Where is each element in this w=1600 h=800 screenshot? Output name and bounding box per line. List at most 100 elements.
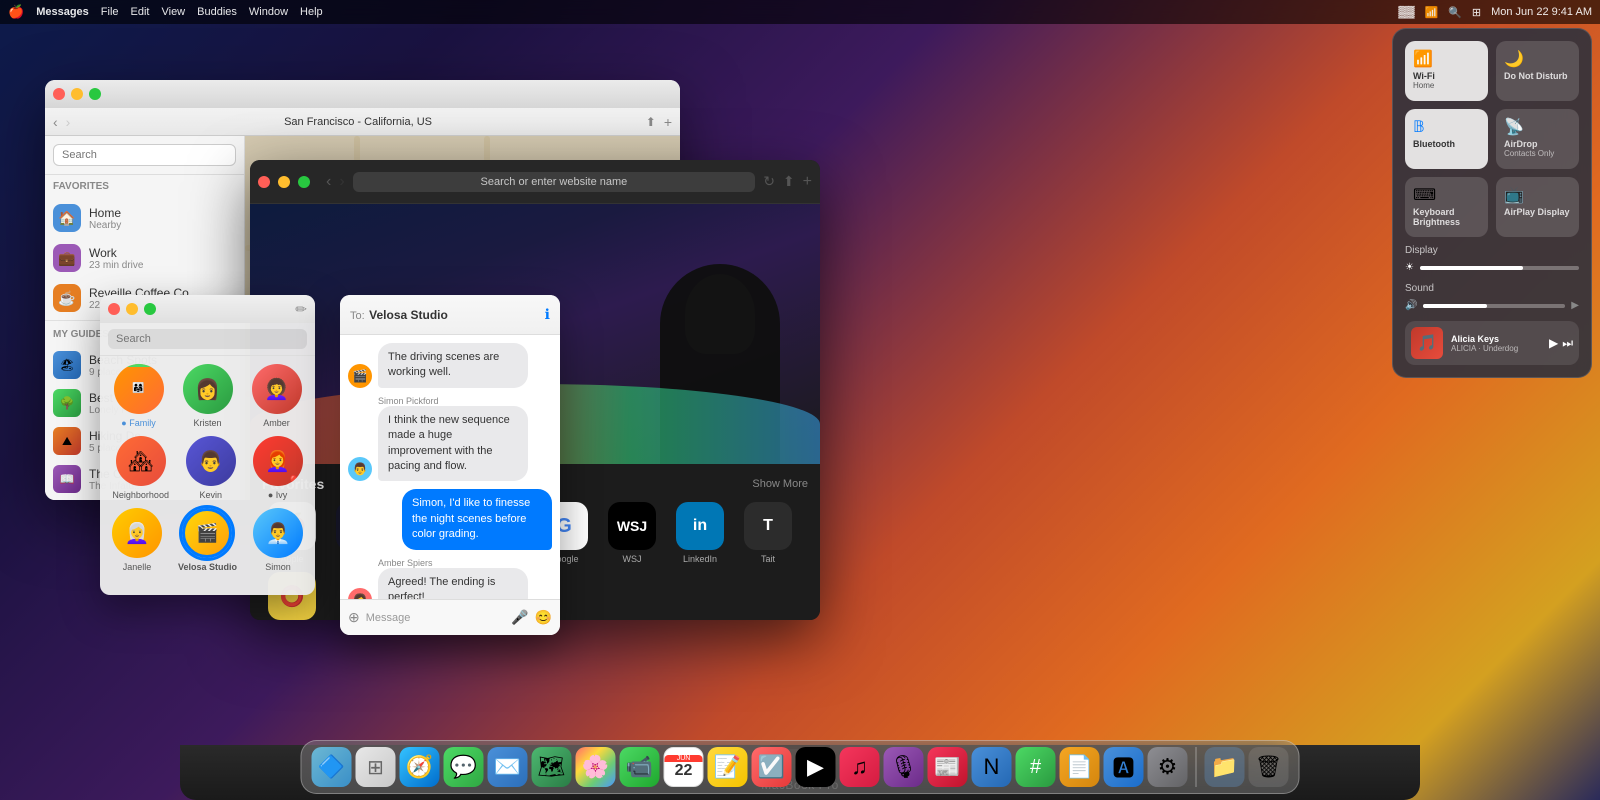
cc-bluetooth-tile[interactable]: 𝔹 Bluetooth — [1405, 109, 1488, 169]
dock-facetime[interactable]: 📹 — [620, 747, 660, 787]
maximize-button[interactable] — [89, 88, 101, 100]
dock-music[interactable]: ♫ — [840, 747, 880, 787]
maps-forward-icon[interactable]: › — [66, 114, 71, 130]
safari-minimize-button[interactable] — [278, 176, 290, 188]
cc-keyboard-tile[interactable]: ⌨ Keyboard Brightness — [1405, 177, 1488, 237]
contact-neighborhood[interactable]: 🏘 Neighborhood — [112, 436, 169, 500]
play-button[interactable]: ▶ — [1549, 336, 1558, 351]
desktop: 🍎 Messages File Edit View Buddies Window… — [0, 0, 1600, 800]
favorites-show-more[interactable]: Show More — [752, 478, 808, 490]
conv-to-label: To: — [350, 310, 365, 322]
brightness-icon: ☀ — [1405, 262, 1414, 273]
dock-photos[interactable]: 🌸 — [576, 747, 616, 787]
messages-search-input[interactable] — [108, 329, 307, 349]
contacts-row-1: 👨‍👩‍👧 Home! ● Family 👩 Kristen 👩‍🦱 Amber — [100, 356, 315, 436]
maps-toolbar: ‹ › San Francisco - California, US ⬆ + — [45, 108, 680, 136]
menu-edit[interactable]: Edit — [131, 6, 150, 18]
dock-maps[interactable]: 🗺 — [532, 747, 572, 787]
safari-maximize-button[interactable] — [298, 176, 310, 188]
velosa-avatar: 🎬 — [182, 508, 232, 558]
menu-help[interactable]: Help — [300, 6, 323, 18]
fav-linkedin[interactable]: in LinkedIn — [670, 502, 730, 564]
cc-airdrop-label: AirDrop — [1504, 139, 1571, 149]
apps-icon[interactable]: ⊕ — [348, 609, 360, 626]
dock-calendar[interactable]: JUN 22 — [664, 747, 704, 787]
control-center-icon[interactable]: ⊞ — [1472, 6, 1481, 19]
skip-button[interactable]: ⏭ — [1562, 336, 1573, 351]
dock-numbers[interactable]: # — [1016, 747, 1056, 787]
menu-view[interactable]: View — [161, 6, 185, 18]
maps-share-icon[interactable]: ⬆ — [646, 115, 656, 129]
menu-window[interactable]: Window — [249, 6, 288, 18]
dock-safari[interactable]: 🧭 — [400, 747, 440, 787]
msg-minimize-button[interactable] — [126, 303, 138, 315]
airplay-audio-icon[interactable]: ▶ — [1571, 300, 1579, 311]
display-brightness-slider[interactable] — [1420, 266, 1579, 270]
dock-pages[interactable]: 📄 — [1060, 747, 1100, 787]
maps-add-icon[interactable]: + — [664, 114, 672, 130]
dock-reminders[interactable]: ☑️ — [752, 747, 792, 787]
safari-url-bar[interactable]: Search or enter website name — [353, 172, 756, 192]
compose-icon[interactable]: ✏ — [295, 301, 307, 318]
fav-wsj[interactable]: WSJ WSJ — [602, 502, 662, 564]
keyboard-icon: ⌨ — [1413, 185, 1480, 205]
dock-podcasts[interactable]: 🎙 — [884, 747, 924, 787]
dock-appstore[interactable]: 🅰 — [1104, 747, 1144, 787]
safari-reload-icon[interactable]: ↻ — [763, 173, 775, 190]
dock-system-preferences[interactable]: ⚙ — [1148, 747, 1188, 787]
cc-dnd-tile[interactable]: 🌙 Do Not Disturb — [1496, 41, 1579, 101]
safari-share-icon[interactable]: ⬆ — [783, 173, 795, 190]
maps-work-item[interactable]: 💼 Work 23 min drive — [45, 238, 244, 278]
music-info: Alicia Keys ALICIA · Underdog — [1451, 334, 1541, 353]
wifi-icon[interactable]: 📶 — [1424, 6, 1438, 19]
msg-avatar-2: 👨 — [348, 457, 372, 481]
msg-maximize-button[interactable] — [144, 303, 156, 315]
cc-airplay-tile[interactable]: 📺 AirPlay Display — [1496, 177, 1579, 237]
fav-tait[interactable]: T Tait — [738, 502, 798, 564]
maps-back-icon[interactable]: ‹ — [53, 114, 58, 130]
dock-messages[interactable]: 💬 — [444, 747, 484, 787]
dock-mail[interactable]: ✉️ — [488, 747, 528, 787]
minimize-button[interactable] — [71, 88, 83, 100]
contact-kevin[interactable]: 👨 Kevin — [186, 436, 236, 500]
dock-appletv[interactable]: ▶ — [796, 747, 836, 787]
cc-airdrop-tile[interactable]: 📡 AirDrop Contacts Only — [1496, 109, 1579, 169]
safari-tab-add-icon[interactable]: + — [803, 173, 812, 191]
contact-ivy[interactable]: 👩‍🦰 ❤️ ● Ivy — [253, 436, 303, 500]
cc-row-2: 𝔹 Bluetooth 📡 AirDrop Contacts Only — [1405, 109, 1579, 169]
dock-news[interactable]: 📰 — [928, 747, 968, 787]
safari-forward-icon[interactable]: › — [339, 173, 344, 191]
contact-velosa-studio[interactable]: 🎬 Velosa Studio — [178, 508, 237, 572]
active-app-name[interactable]: Messages — [36, 6, 89, 18]
contact-family[interactable]: 👨‍👩‍👧 Home! ● Family — [114, 364, 164, 428]
contact-amber[interactable]: 👩‍🦱 Amber — [252, 364, 302, 428]
dock-files[interactable]: 📁 — [1205, 747, 1245, 787]
menu-file[interactable]: File — [101, 6, 119, 18]
dock-trash[interactable]: 🗑 — [1249, 747, 1289, 787]
msg-close-button[interactable] — [108, 303, 120, 315]
safari-close-button[interactable] — [258, 176, 270, 188]
sound-volume-slider[interactable] — [1423, 304, 1565, 308]
search-icon[interactable]: 🔍 — [1448, 6, 1462, 19]
safari-back-icon[interactable]: ‹ — [326, 173, 331, 191]
contact-simon[interactable]: 👨‍💼 Simon — [253, 508, 303, 572]
contact-kristen[interactable]: 👩 Kristen — [183, 364, 233, 428]
maps-search-input[interactable] — [53, 144, 236, 166]
conv-info-button[interactable]: ℹ — [545, 306, 550, 323]
dock-notes[interactable]: 📝 — [708, 747, 748, 787]
apple-logo-icon[interactable]: 🍎 — [8, 4, 24, 20]
cc-wifi-tile[interactable]: 📶 Wi-Fi Home — [1405, 41, 1488, 101]
message-input[interactable]: Message — [366, 612, 505, 624]
dock-finder[interactable]: 🔷 — [312, 747, 352, 787]
audio-icon[interactable]: 🎤 — [511, 609, 528, 626]
conversation-header: To: Velosa Studio ℹ — [340, 295, 560, 335]
menu-buddies[interactable]: Buddies — [197, 6, 237, 18]
dock-launchpad[interactable]: ⊞ — [356, 747, 396, 787]
close-button[interactable] — [53, 88, 65, 100]
dock-notchmeister[interactable]: N — [972, 747, 1012, 787]
fav-linkedin-icon: in — [676, 502, 724, 550]
contact-janelle[interactable]: 👩‍🦳 Janelle — [112, 508, 162, 572]
cc-row-3: ⌨ Keyboard Brightness 📺 AirPlay Display — [1405, 177, 1579, 237]
emoji-icon[interactable]: 😊 — [535, 609, 552, 626]
maps-home-item[interactable]: 🏠 Home Nearby — [45, 198, 244, 238]
